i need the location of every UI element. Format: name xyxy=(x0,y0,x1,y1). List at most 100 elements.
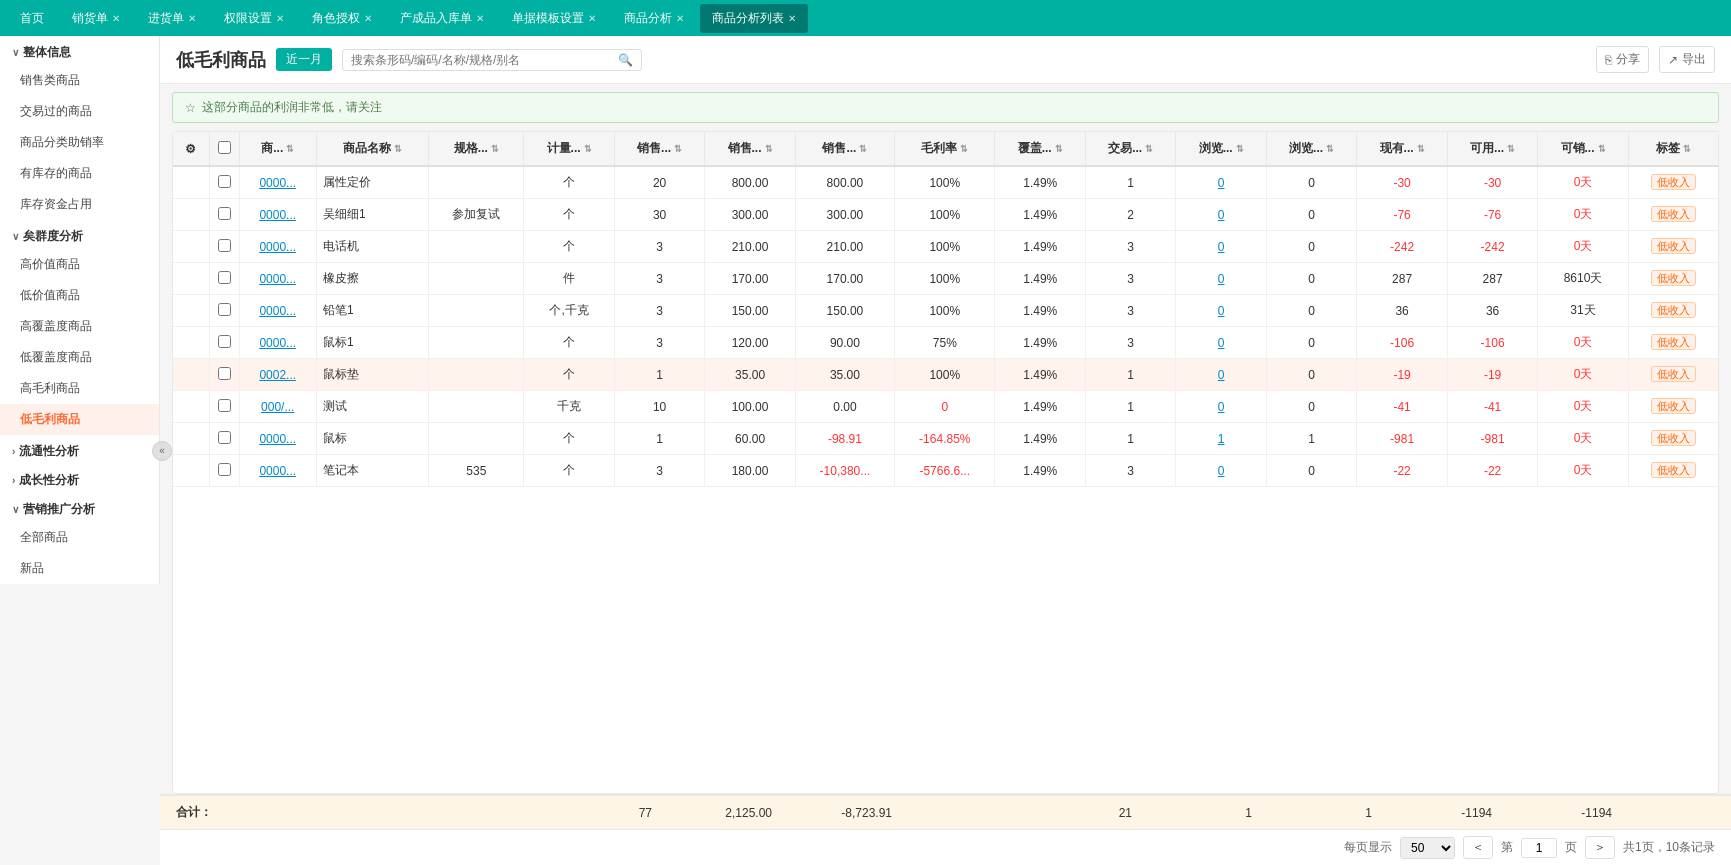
row-name: 属性定价 xyxy=(317,166,429,199)
page-input[interactable] xyxy=(1521,838,1557,858)
sidebar-group-overall[interactable]: ∨ 整体信息 xyxy=(0,36,159,65)
row-select-checkbox[interactable] xyxy=(218,239,231,252)
sidebar-item-new-goods[interactable]: 新品 xyxy=(0,553,159,584)
row-sales-profit: 170.00 xyxy=(795,263,894,295)
column-view2[interactable]: 浏览...⇅ xyxy=(1266,132,1356,166)
row-unit: 件 xyxy=(524,263,614,295)
row-select-checkbox[interactable] xyxy=(218,175,231,188)
sidebar-group-marketing[interactable]: ∨ 营销推广分析 xyxy=(0,493,159,522)
row-gear xyxy=(173,359,209,391)
row-checkbox[interactable] xyxy=(209,359,239,391)
column-trade[interactable]: 交易...⇅ xyxy=(1085,132,1175,166)
row-select-checkbox[interactable] xyxy=(218,271,231,284)
row-view1: 0 xyxy=(1176,166,1266,199)
column-checkbox[interactable] xyxy=(209,132,239,166)
row-available: -41 xyxy=(1447,391,1537,423)
close-icon[interactable]: ✕ xyxy=(276,13,284,24)
column-gear[interactable]: ⚙ xyxy=(173,132,209,166)
nav-sales[interactable]: 销货单 ✕ xyxy=(60,4,132,33)
sidebar-item-high-value[interactable]: 高价值商品 xyxy=(0,249,159,280)
search-input[interactable] xyxy=(351,53,618,67)
nav-role[interactable]: 角色授权 ✕ xyxy=(300,4,384,33)
row-coverage: 1.49% xyxy=(995,166,1085,199)
sidebar-item-sales-goods[interactable]: 销售类商品 xyxy=(0,65,159,96)
sidebar-item-low-profit[interactable]: 低毛利商品 xyxy=(0,404,159,435)
sidebar-item-low-coverage[interactable]: 低覆盖度商品 xyxy=(0,342,159,373)
row-sellable: 0天 xyxy=(1538,423,1628,455)
row-checkbox[interactable] xyxy=(209,166,239,199)
sidebar-item-inventory-goods[interactable]: 有库存的商品 xyxy=(0,158,159,189)
sidebar-group-flow[interactable]: › 流通性分析 xyxy=(0,435,159,464)
row-gear xyxy=(173,295,209,327)
row-checkbox[interactable] xyxy=(209,263,239,295)
row-checkbox[interactable] xyxy=(209,327,239,359)
row-checkbox[interactable] xyxy=(209,295,239,327)
column-unit[interactable]: 计量...⇅ xyxy=(524,132,614,166)
close-icon[interactable]: ✕ xyxy=(476,13,484,24)
column-sales-qty[interactable]: 销售...⇅ xyxy=(614,132,704,166)
row-gear xyxy=(173,263,209,295)
column-sellable[interactable]: 可销...⇅ xyxy=(1538,132,1628,166)
row-checkbox[interactable] xyxy=(209,455,239,487)
column-code[interactable]: 商...⇅ xyxy=(239,132,317,166)
nav-goods-list[interactable]: 商品分析列表 ✕ xyxy=(700,4,808,33)
row-select-checkbox[interactable] xyxy=(218,399,231,412)
close-icon[interactable]: ✕ xyxy=(676,13,684,24)
column-spec[interactable]: 规格...⇅ xyxy=(429,132,524,166)
sidebar-item-low-value[interactable]: 低价值商品 xyxy=(0,280,159,311)
row-checkbox[interactable] xyxy=(209,391,239,423)
close-icon[interactable]: ✕ xyxy=(788,13,796,24)
nav-purchase[interactable]: 进货单 ✕ xyxy=(136,4,208,33)
sidebar-item-high-profit[interactable]: 高毛利商品 xyxy=(0,373,159,404)
close-icon[interactable]: ✕ xyxy=(112,13,120,24)
search-icon[interactable]: 🔍 xyxy=(618,53,633,67)
sidebar-group-cluster[interactable]: ∨ 矣群度分析 xyxy=(0,220,159,249)
sidebar-item-high-coverage[interactable]: 高覆盖度商品 xyxy=(0,311,159,342)
column-available[interactable]: 可用...⇅ xyxy=(1447,132,1537,166)
row-gear xyxy=(173,455,209,487)
header-actions: ⎘ 分享 ↗ 导出 xyxy=(1596,46,1715,73)
column-tag[interactable]: 标签⇅ xyxy=(1628,132,1718,166)
sidebar-item-category-rate[interactable]: 商品分类助销率 xyxy=(0,127,159,158)
column-name[interactable]: 商品名称⇅ xyxy=(317,132,429,166)
column-view1[interactable]: 浏览...⇅ xyxy=(1176,132,1266,166)
next-page-button[interactable]: ＞ xyxy=(1585,836,1615,859)
table-row: 000/... 测试 千克 10 100.00 0.00 0 1.49% 1 0… xyxy=(173,391,1718,423)
column-gross-rate[interactable]: 毛利率⇅ xyxy=(895,132,995,166)
sidebar-collapse-button[interactable]: « xyxy=(152,441,172,461)
close-icon[interactable]: ✕ xyxy=(188,13,196,24)
row-checkbox[interactable] xyxy=(209,199,239,231)
nav-template[interactable]: 单据模板设置 ✕ xyxy=(500,4,608,33)
nav-permission[interactable]: 权限设置 ✕ xyxy=(212,4,296,33)
row-select-checkbox[interactable] xyxy=(218,431,231,444)
row-select-checkbox[interactable] xyxy=(218,463,231,476)
close-icon[interactable]: ✕ xyxy=(588,13,596,24)
row-select-checkbox[interactable] xyxy=(218,335,231,348)
per-page-select[interactable]: 50 20 100 xyxy=(1400,837,1455,859)
nav-home[interactable]: 首页 xyxy=(8,4,56,33)
row-checkbox[interactable] xyxy=(209,423,239,455)
row-checkbox[interactable] xyxy=(209,231,239,263)
close-icon[interactable]: ✕ xyxy=(364,13,372,24)
share-button[interactable]: ⎘ 分享 xyxy=(1596,46,1649,73)
prev-page-button[interactable]: ＜ xyxy=(1463,836,1493,859)
time-filter-button[interactable]: 近一月 xyxy=(276,48,332,71)
column-current[interactable]: 现有...⇅ xyxy=(1357,132,1447,166)
row-tag: 低收入 xyxy=(1628,166,1718,199)
export-icon: ↗ xyxy=(1668,53,1678,67)
column-sales-price[interactable]: 销售...⇅ xyxy=(705,132,795,166)
nav-stock-in[interactable]: 产成品入库单 ✕ xyxy=(388,4,496,33)
row-select-checkbox[interactable] xyxy=(218,367,231,380)
sidebar-group-growth[interactable]: › 成长性分析 xyxy=(0,464,159,493)
row-current: -242 xyxy=(1357,231,1447,263)
select-all-checkbox[interactable] xyxy=(218,141,231,154)
row-select-checkbox[interactable] xyxy=(218,303,231,316)
sidebar-item-stock-capital[interactable]: 库存资金占用 xyxy=(0,189,159,220)
row-select-checkbox[interactable] xyxy=(218,207,231,220)
column-coverage[interactable]: 覆盖...⇅ xyxy=(995,132,1085,166)
export-button[interactable]: ↗ 导出 xyxy=(1659,46,1715,73)
column-sales-profit[interactable]: 销售...⇅ xyxy=(795,132,894,166)
sidebar-item-traded-goods[interactable]: 交易过的商品 xyxy=(0,96,159,127)
sidebar-item-all-goods[interactable]: 全部商品 xyxy=(0,522,159,553)
nav-goods-analysis[interactable]: 商品分析 ✕ xyxy=(612,4,696,33)
